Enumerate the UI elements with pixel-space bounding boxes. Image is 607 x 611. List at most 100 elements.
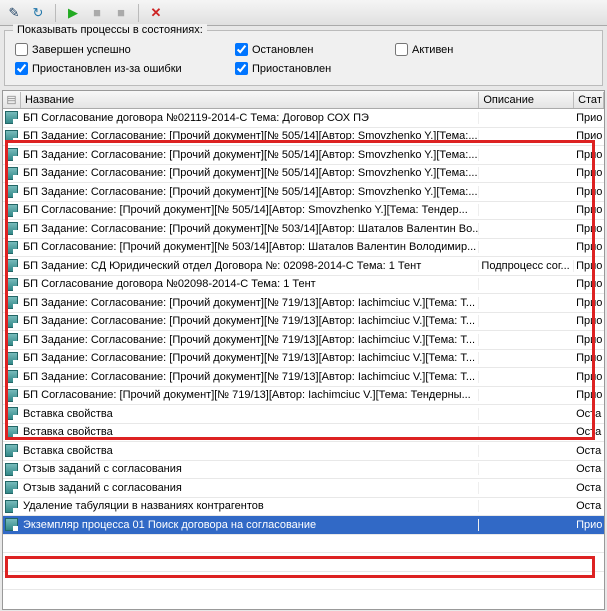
cell-name: Отзыв заданий с согласования bbox=[21, 482, 479, 494]
table-row[interactable] bbox=[3, 535, 604, 554]
toolbar: ✎ ↻ ▶ ■ ■ ✕ bbox=[0, 0, 607, 26]
table-row[interactable]: БП Задание: Согласование: [Прочий докуме… bbox=[3, 294, 604, 313]
chk-stopped-label: Остановлен bbox=[252, 44, 313, 56]
cell-name: БП Задание: Согласование: [Прочий докуме… bbox=[21, 297, 479, 309]
chk-paused-input[interactable] bbox=[235, 62, 248, 75]
cell-name: Удаление табуляции в названиях контраген… bbox=[21, 500, 479, 512]
chk-paused-error-input[interactable] bbox=[15, 62, 28, 75]
table-row[interactable]: БП Согласование договора №02119-2014-С Т… bbox=[3, 109, 604, 128]
filter-panel: Показывать процессы в состояниях: Заверш… bbox=[4, 30, 603, 86]
cell-status: Оста bbox=[574, 426, 604, 438]
table-row[interactable]: БП Согласование: [Прочий документ][№ 719… bbox=[3, 387, 604, 406]
table-row[interactable]: БП Задание: Согласование: [Прочий докуме… bbox=[3, 220, 604, 239]
cell-name: БП Согласование: [Прочий документ][№ 505… bbox=[21, 204, 479, 216]
table-row[interactable]: БП Задание: Согласование: [Прочий докуме… bbox=[3, 331, 604, 350]
table-row[interactable] bbox=[3, 572, 604, 591]
process-icon bbox=[3, 407, 21, 420]
cell-status: Прио bbox=[574, 130, 604, 142]
table-row[interactable]: БП Задание: Согласование: [Прочий докуме… bbox=[3, 165, 604, 184]
table-row[interactable]: БП Задание: Согласование: [Прочий докуме… bbox=[3, 368, 604, 387]
filter-title: Показывать процессы в состояниях: bbox=[13, 24, 207, 36]
cell-status: Прио bbox=[574, 241, 604, 253]
separator bbox=[55, 4, 56, 22]
process-icon bbox=[3, 185, 21, 198]
cell-name: Отзыв заданий с согласования bbox=[21, 463, 479, 475]
cell-status: Прио bbox=[574, 315, 604, 327]
column-icon[interactable] bbox=[3, 92, 21, 108]
table-row[interactable]: БП Согласование: [Прочий документ][№ 503… bbox=[3, 239, 604, 258]
table-row[interactable]: БП Задание: Согласование: [Прочий докуме… bbox=[3, 350, 604, 369]
column-status[interactable]: Стат bbox=[574, 92, 604, 108]
cell-status: Прио bbox=[574, 149, 604, 161]
cell-name: БП Согласование: [Прочий документ][№ 719… bbox=[21, 389, 479, 401]
refresh-button[interactable]: ↻ bbox=[28, 3, 48, 23]
cell-desc: Подпроцесс сог... bbox=[479, 260, 574, 272]
table-row[interactable]: Отзыв заданий с согласования Оста bbox=[3, 479, 604, 498]
cell-status: Прио bbox=[574, 186, 604, 198]
chk-completed[interactable]: Завершен успешно bbox=[15, 43, 205, 56]
stop-button-2[interactable]: ■ bbox=[111, 3, 131, 23]
table-row[interactable]: Вставка свойстваОста bbox=[3, 405, 604, 424]
process-icon bbox=[3, 315, 21, 328]
stop-button-1[interactable]: ■ bbox=[87, 3, 107, 23]
table-row[interactable]: БП Задание: СД Юридический отдел Договор… bbox=[3, 257, 604, 276]
chk-stopped[interactable]: Остановлен bbox=[235, 43, 365, 56]
table-row[interactable]: Отзыв заданий с согласованияОста bbox=[3, 461, 604, 480]
process-icon bbox=[3, 352, 21, 365]
table-row[interactable]: Удаление табуляции в названиях контраген… bbox=[3, 498, 604, 517]
cell-name: БП Задание: Согласование: [Прочий докуме… bbox=[21, 223, 479, 235]
cell-name: БП Задание: Согласование: [Прочий докуме… bbox=[21, 130, 479, 142]
delete-button[interactable]: ✕ bbox=[146, 3, 166, 23]
play-button[interactable]: ▶ bbox=[63, 3, 83, 23]
chk-completed-input[interactable] bbox=[15, 43, 28, 56]
table-row[interactable]: Вставка свойстваОста bbox=[3, 424, 604, 443]
process-icon bbox=[3, 241, 21, 254]
new-button[interactable]: ✎ bbox=[4, 3, 24, 23]
cell-name: БП Согласование договора №02098-2014-С Т… bbox=[21, 278, 479, 290]
cell-status: Оста bbox=[574, 500, 604, 512]
process-icon bbox=[3, 481, 21, 494]
cell-status: Прио bbox=[574, 297, 604, 309]
cell-status: Оста bbox=[574, 482, 604, 494]
cell-status: Прио bbox=[574, 204, 604, 216]
process-icon bbox=[3, 444, 21, 457]
chk-completed-label: Завершен успешно bbox=[32, 44, 131, 56]
cell-status: Прио bbox=[574, 371, 604, 383]
cell-name: БП Задание: Согласование: [Прочий докуме… bbox=[21, 186, 479, 198]
cell-name: БП Задание: Согласование: [Прочий докуме… bbox=[21, 334, 479, 346]
table-row[interactable]: Вставка свойстваОста bbox=[3, 442, 604, 461]
chk-paused[interactable]: Приостановлен bbox=[235, 62, 331, 75]
column-desc[interactable]: Описание bbox=[479, 92, 574, 108]
cell-name: БП Согласование: [Прочий документ][№ 503… bbox=[21, 241, 479, 253]
table-row[interactable]: БП Задание: Согласование: [Прочий докуме… bbox=[3, 313, 604, 332]
table-row[interactable]: БП Задание: Согласование: [Прочий докуме… bbox=[3, 128, 604, 147]
cell-status: Прио bbox=[574, 223, 604, 235]
table-row[interactable]: БП Задание: Согласование: [Прочий докуме… bbox=[3, 146, 604, 165]
process-icon bbox=[3, 130, 21, 143]
cell-name: Экземпляр процесса 01 Поиск договора на … bbox=[21, 519, 479, 531]
process-icon bbox=[3, 167, 21, 180]
cell-status: Прио bbox=[574, 167, 604, 179]
table-row[interactable]: БП Задание: Согласование: [Прочий докуме… bbox=[3, 183, 604, 202]
cell-name: БП Задание: Согласование: [Прочий докуме… bbox=[21, 371, 479, 383]
table-row[interactable]: БП Согласование договора №02098-2014-С Т… bbox=[3, 276, 604, 295]
process-icon bbox=[3, 148, 21, 161]
chk-active-input[interactable] bbox=[395, 43, 408, 56]
process-icon bbox=[3, 111, 21, 124]
separator bbox=[138, 4, 139, 22]
table-row[interactable]: БП Согласование: [Прочий документ][№ 505… bbox=[3, 202, 604, 221]
grid-body: БП Согласование договора №02119-2014-С Т… bbox=[3, 109, 604, 590]
cell-status: Прио bbox=[574, 334, 604, 346]
process-icon bbox=[3, 259, 21, 272]
cell-status: Оста bbox=[574, 408, 604, 420]
column-name[interactable]: Название bbox=[21, 92, 479, 108]
process-grid: Название Описание Стат БП Согласование д… bbox=[2, 90, 605, 610]
chk-active[interactable]: Активен bbox=[395, 43, 453, 56]
process-icon bbox=[3, 333, 21, 346]
process-icon bbox=[3, 370, 21, 383]
table-row[interactable] bbox=[3, 553, 604, 572]
table-row[interactable]: Экземпляр процесса 01 Поиск договора на … bbox=[3, 516, 604, 535]
chk-stopped-input[interactable] bbox=[235, 43, 248, 56]
cell-name: БП Задание: СД Юридический отдел Договор… bbox=[21, 260, 479, 272]
chk-paused-error[interactable]: Приостановлен из-за ошибки bbox=[15, 62, 205, 75]
